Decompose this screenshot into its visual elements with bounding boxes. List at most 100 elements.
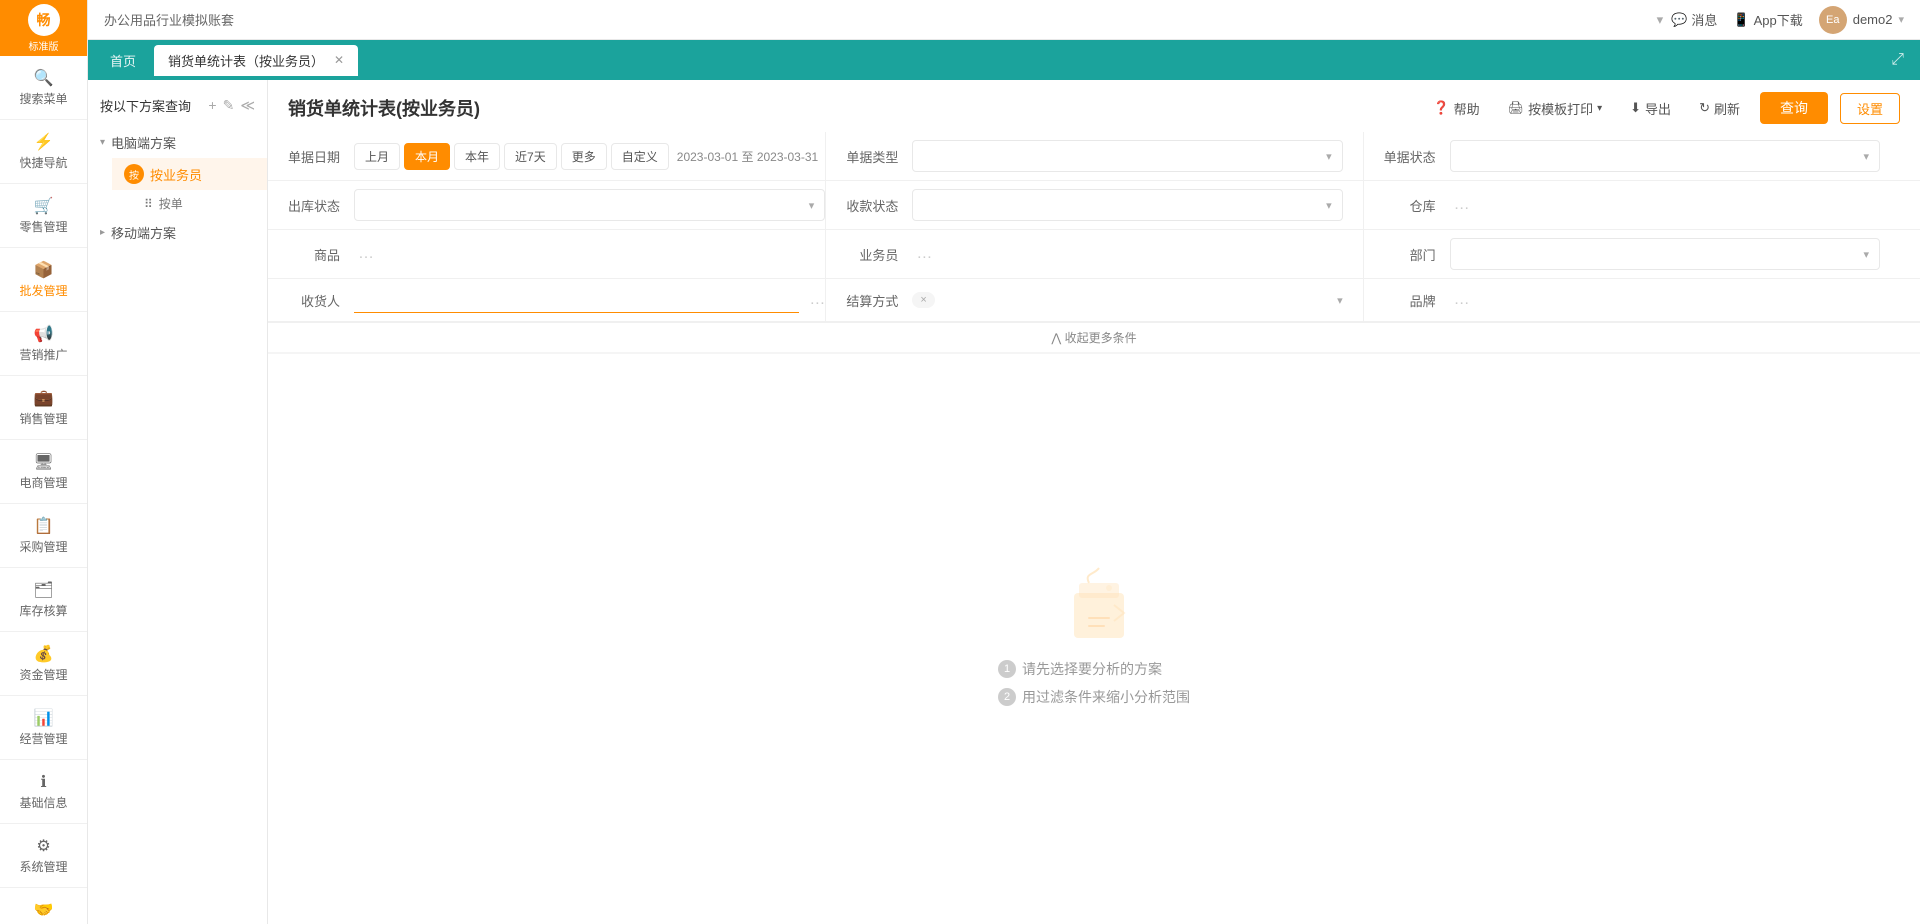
sidebar-item-collab[interactable]: 🤝 企业协同 [0,888,87,924]
settlement-tag-close[interactable]: × [920,294,926,306]
tab-sales-stat-label: 销货单统计表（按业务员） [168,51,324,70]
app-dropdown-icon[interactable]: ▾ [1657,12,1664,28]
retail-icon: 🛒 [34,196,54,216]
edit-scheme-btn[interactable]: ✎ [223,97,235,114]
collapse-panel-btn[interactable]: ≪ [240,97,255,114]
sidebar-item-ecommerce[interactable]: 🖥 电商管理 [0,440,87,504]
goods-dots[interactable]: … [358,245,374,263]
tree-item-按单[interactable]: ⠿ 按单 [132,190,267,217]
logo-area[interactable]: 畅 标准版 [0,0,87,56]
goods-label: 商品 [288,245,348,264]
department-cell: 部门 ▾ [1363,230,1900,278]
salesperson-dots[interactable]: … [916,245,932,263]
settings-button[interactable]: 设置 [1840,93,1900,124]
sidebar-item-quicknav[interactable]: ⚡ 快捷导航 [0,120,87,184]
refresh-btn[interactable]: ↻ 刷新 [1691,95,1748,122]
export-btn[interactable]: ⬇ 导出 [1622,95,1679,122]
empty-icon [1054,563,1134,643]
doc-status-select[interactable]: ▾ [1450,140,1880,172]
settlement-arrow[interactable]: ▾ [1337,294,1343,307]
tree-sub-children: ⠿ 按单 [112,190,267,217]
sidebar-item-wholesale-label: 批发管理 [19,282,67,299]
settlement-label: 结算方式 [846,291,906,310]
sidebar-item-retail-label: 零售管理 [19,218,67,235]
export-label: 导出 [1645,99,1671,118]
sidebar: 畅 标准版 🔍 搜索菜单 ⚡ 快捷导航 🛒 零售管理 📦 批发管理 📢 营销推广… [0,0,88,924]
add-scheme-btn[interactable]: + [208,97,216,114]
sidebar-item-finance-label: 资金管理 [19,666,67,683]
search-icon: 🔍 [34,68,54,88]
empty-hints: 1 请先选择要分析的方案 2 用过滤条件来缩小分析范围 [998,659,1190,715]
tree-desktop[interactable]: ▾ 电脑端方案 [88,127,267,158]
consignee-dots[interactable]: … [809,291,825,309]
hint-text-2: 用过滤条件来缩小分析范围 [1022,687,1190,707]
tree-mobile[interactable]: ▸ 移动端方案 [88,217,267,248]
system-icon: ⚙ [36,836,50,856]
sidebar-item-inventory[interactable]: 🗂 库存核算 [0,568,87,632]
date-label: 单据日期 [288,147,348,166]
department-select[interactable]: ▾ [1450,238,1880,270]
refresh-icon: ↻ [1699,100,1710,116]
user-menu-arrow: ▾ [1898,13,1904,26]
out-status-label: 出库状态 [288,196,348,215]
tree-item-byyp-label: 按业务员 [150,165,202,184]
collapse-label: 收起更多条件 [1065,331,1137,345]
content-area: 按以下方案查询 + ✎ ≪ ▾ 电脑端方案 按 按业务员 [88,80,1920,924]
date-btn-this-year[interactable]: 本年 [454,143,500,170]
warehouse-dots[interactable]: … [1454,196,1470,214]
date-btn-this-month[interactable]: 本月 [404,143,450,170]
refresh-label: 刷新 [1714,99,1740,118]
user-menu[interactable]: Ea demo2 ▾ [1819,6,1904,34]
sidebar-item-wholesale[interactable]: 📦 批发管理 [0,248,87,312]
receipt-status-select[interactable]: ▾ [912,189,1342,221]
warehouse-label: 仓库 [1384,196,1444,215]
help-btn[interactable]: ❓ 帮助 [1425,95,1487,122]
sidebar-item-search[interactable]: 🔍 搜索菜单 [0,56,87,120]
expand-icon: ⤢ [1891,51,1904,68]
tab-close-btn[interactable]: ✕ [334,53,344,67]
tree-item-byyp[interactable]: 按 按业务员 [112,158,267,190]
doc-status-label: 单据状态 [1384,147,1444,166]
date-btn-7days[interactable]: 近7天 [504,143,557,170]
out-status-select[interactable]: ▾ [354,189,825,221]
export-icon: ⬇ [1630,100,1641,116]
brand-dots[interactable]: … [1454,291,1470,309]
query-button[interactable]: 查询 [1760,92,1828,124]
date-btn-custom[interactable]: 自定义 [611,143,669,170]
settlement-input-area: × ▾ [912,292,1342,308]
tab-home[interactable]: 首页 [96,45,150,76]
sidebar-item-purchase[interactable]: 📋 采购管理 [0,504,87,568]
tab-expand-btn[interactable]: ⤢ [1883,47,1912,73]
sidebar-item-inventory-label: 库存核算 [19,602,67,619]
hint-num-1: 1 [998,660,1016,678]
doc-type-select[interactable]: ▾ [912,140,1342,172]
collapse-bar[interactable]: ⋀ 收起更多条件 [268,322,1920,352]
message-btn[interactable]: 💬 消息 [1671,10,1717,29]
doc-status-arrow: ▾ [1863,150,1869,163]
app-download-label: App下载 [1754,10,1803,29]
app-download-btn[interactable]: 📱 App下载 [1733,10,1802,29]
left-panel: 按以下方案查询 + ✎ ≪ ▾ 电脑端方案 按 按业务员 [88,80,268,924]
sidebar-item-finance[interactable]: 💰 资金管理 [0,632,87,696]
download-icon: 📱 [1733,12,1749,28]
operations-icon: 📊 [34,708,54,728]
date-btn-last-month[interactable]: 上月 [354,143,400,170]
logo-text: 标准版 [29,38,59,53]
empty-state: 1 请先选择要分析的方案 2 用过滤条件来缩小分析范围 [268,354,1920,924]
sidebar-item-sales[interactable]: 💼 销售管理 [0,376,87,440]
sidebar-item-retail[interactable]: 🛒 零售管理 [0,184,87,248]
help-icon: ❓ [1433,100,1449,116]
salesperson-cell: 业务员 … [825,230,1362,278]
tab-sales-stat[interactable]: 销货单统计表（按业务员） ✕ [154,45,358,76]
sidebar-item-basicinfo[interactable]: ℹ 基础信息 [0,760,87,824]
quicknav-icon: ⚡ [34,132,54,152]
print-btn[interactable]: 🖨 按模板打印 [1500,95,1611,122]
brand-cell: 品牌 … [1363,279,1900,321]
consignee-input[interactable] [354,287,799,313]
hint-text-1: 请先选择要分析的方案 [1022,659,1162,679]
sidebar-item-purchase-label: 采购管理 [19,538,67,555]
sidebar-item-system[interactable]: ⚙ 系统管理 [0,824,87,888]
date-btn-more[interactable]: 更多 [561,143,607,170]
sidebar-item-marketing[interactable]: 📢 营销推广 [0,312,87,376]
sidebar-item-operations[interactable]: 📊 经营管理 [0,696,87,760]
